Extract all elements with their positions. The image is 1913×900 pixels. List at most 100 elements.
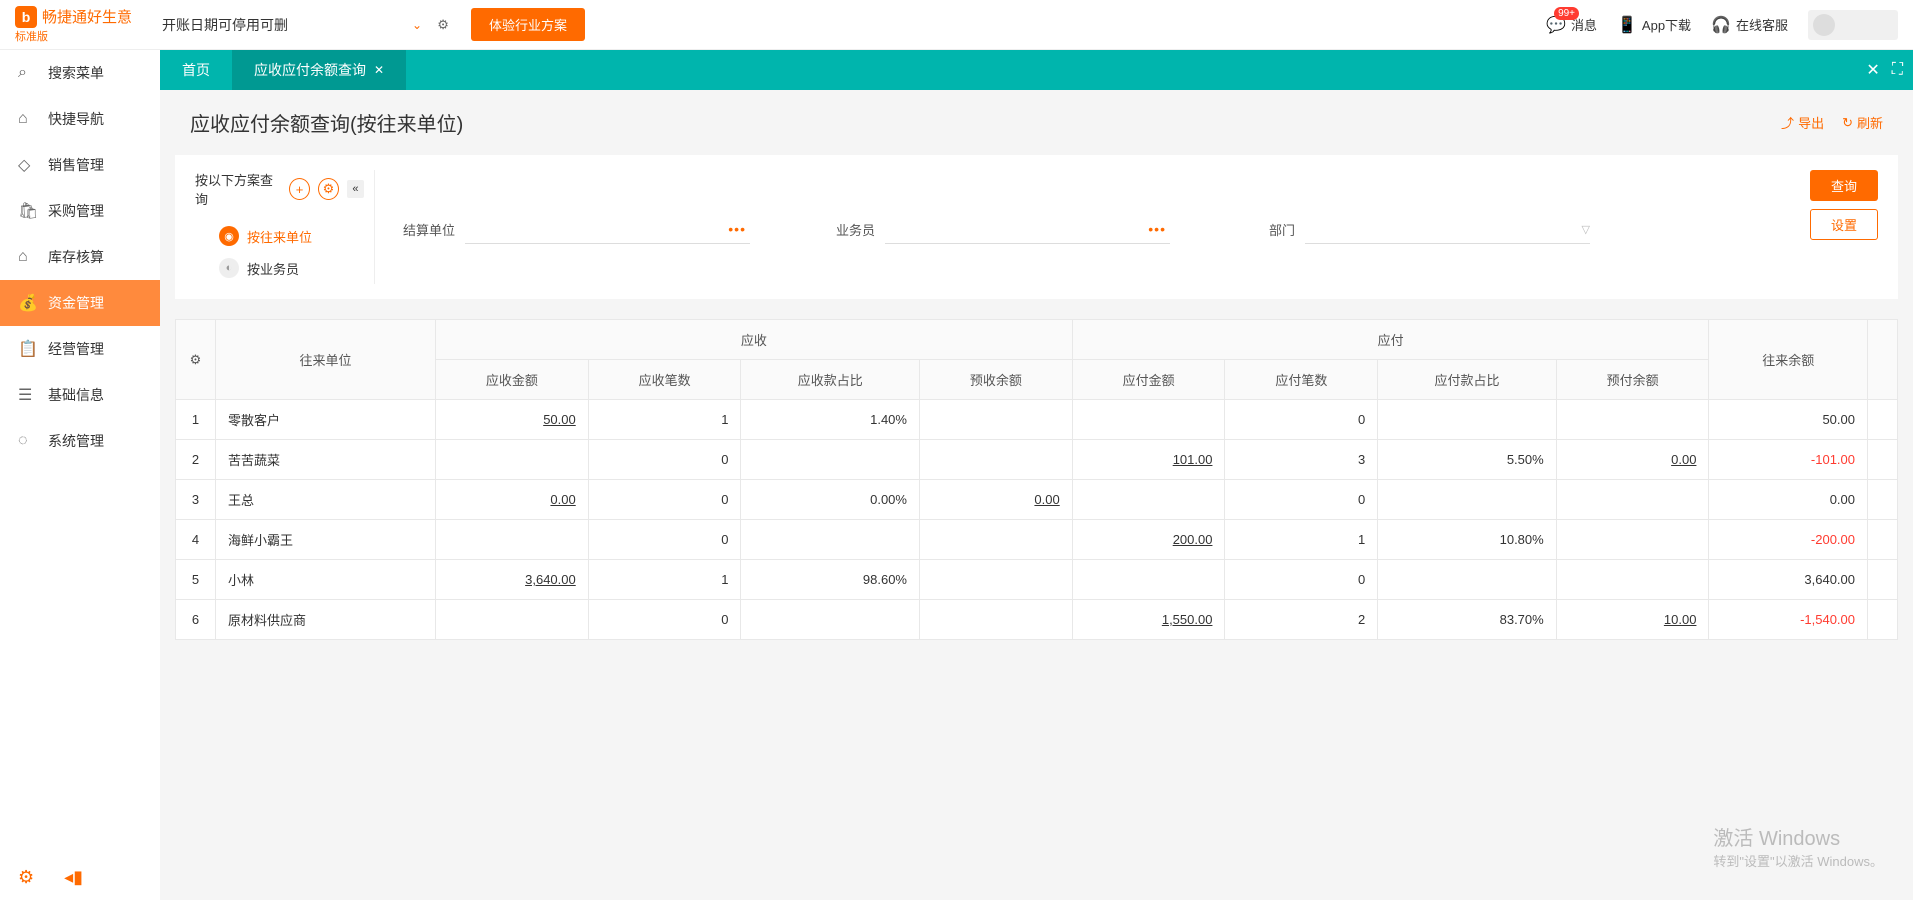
export-label: 导出 [1798, 113, 1824, 132]
app-download-button[interactable]: 📱 App下载 [1617, 15, 1691, 35]
row-recv-amt[interactable]: 3,640.00 [436, 560, 589, 600]
row-prepaid-in[interactable]: 0.00 [919, 480, 1072, 520]
query-scheme-panel: 按以下方案查询 + ⚙ « ◉ 按往来单位 ◐ 按业务员 [195, 170, 375, 284]
row-pay-amt[interactable]: 1,550.00 [1072, 600, 1225, 640]
filter-department: 部门 ▽ [1230, 175, 1590, 284]
sidebar-item-2[interactable]: ◇销售管理 [0, 142, 160, 188]
row-pay-amt [1072, 480, 1225, 520]
table-row[interactable]: 5小林3,640.00198.60%03,640.00 [176, 560, 1898, 600]
row-prepaid-out[interactable]: 10.00 [1556, 600, 1709, 640]
filter-salesman-label: 业务员 [810, 220, 875, 239]
filter-salesman: 业务员 ••• [810, 175, 1170, 284]
filter-settings-button[interactable]: 设置 [1810, 209, 1878, 240]
th-unit: 往来单位 [216, 320, 436, 400]
sidebar-icon: 💰 [18, 293, 36, 313]
row-pay-pct: 83.70% [1378, 600, 1557, 640]
row-recv-amt[interactable]: 0.00 [436, 480, 589, 520]
scheme-by-salesman[interactable]: ◐ 按业务员 [215, 252, 364, 284]
sidebar-item-7[interactable]: ☰基础信息 [0, 372, 160, 418]
row-recv-pct [741, 440, 920, 480]
balance-table: ⚙ 往来单位 应收 应付 往来余额 应收金额 应收笔数 应收款占比 预收余额 应… [175, 319, 1898, 640]
settings-icon[interactable]: ⚙ [427, 9, 459, 41]
chevron-down-icon: ⌄ [412, 18, 422, 32]
account-selector[interactable]: 开账日期可停用可删 ⌄ [162, 15, 422, 35]
table-row[interactable]: 2苦苦蔬菜0101.0035.50%0.00-101.00 [176, 440, 1898, 480]
row-recv-amt [436, 520, 589, 560]
search-button[interactable]: 查询 [1810, 170, 1878, 201]
collapse-scheme-icon[interactable]: « [347, 180, 364, 198]
row-prepaid-in [919, 600, 1072, 640]
close-all-icon[interactable]: ✕ [1866, 60, 1879, 80]
row-index: 1 [176, 400, 216, 440]
user-avatar[interactable] [1808, 10, 1898, 40]
tab-home[interactable]: 首页 [160, 50, 232, 90]
messages-button[interactable]: 💬 99+ 消息 [1546, 15, 1597, 35]
sidebar-item-6[interactable]: 📋经营管理 [0, 326, 160, 372]
row-prepaid-out [1556, 480, 1709, 520]
scheme-by-unit[interactable]: ◉ 按往来单位 [215, 220, 364, 252]
row-prepaid-out[interactable]: 0.00 [1556, 440, 1709, 480]
customer-service-label: 在线客服 [1736, 15, 1788, 34]
chevron-down-icon[interactable]: ▽ [1582, 223, 1590, 236]
row-pay-amt[interactable]: 101.00 [1072, 440, 1225, 480]
industry-solution-button[interactable]: 体验行业方案 [471, 8, 585, 41]
row-pay-amt[interactable]: 200.00 [1072, 520, 1225, 560]
settlement-unit-input[interactable] [465, 222, 724, 237]
table-row[interactable]: 3王总0.0000.00%0.0000.00 [176, 480, 1898, 520]
th-prepaid-in: 预收余额 [919, 360, 1072, 400]
sidebar-item-5[interactable]: 💰资金管理 [0, 280, 160, 326]
sidebar-item-4[interactable]: ⌂库存核算 [0, 234, 160, 280]
row-index: 4 [176, 520, 216, 560]
tab-bar: 首页 应收应付余额查询 ✕ ✕ ⛶ [160, 50, 1913, 90]
table-settings-header[interactable]: ⚙ [176, 320, 216, 400]
sidebar-icon: ⌕ [18, 64, 36, 82]
sidebar-item-label: 基础信息 [48, 385, 104, 405]
close-icon[interactable]: ✕ [374, 63, 384, 77]
row-pay-pct [1378, 480, 1557, 520]
fullscreen-icon[interactable]: ⛶ [1892, 61, 1903, 79]
cube-icon: ◉ [219, 226, 239, 246]
row-pay-pct [1378, 560, 1557, 600]
logo-edition: 标准版 [15, 28, 132, 44]
refresh-button[interactable]: ↻ 刷新 [1842, 113, 1883, 132]
row-name: 零散客户 [216, 400, 436, 440]
logo: b 畅捷通好生意 标准版 [15, 6, 132, 44]
export-button[interactable]: ⤴ 导出 [1781, 113, 1824, 132]
sidebar-settings-icon[interactable]: ⚙ [18, 867, 34, 888]
row-index: 5 [176, 560, 216, 600]
row-recv-cnt: 0 [588, 480, 741, 520]
row-pay-pct: 10.80% [1378, 520, 1557, 560]
row-blank [1868, 480, 1898, 520]
more-icon[interactable]: ••• [724, 221, 750, 237]
department-input[interactable] [1305, 222, 1582, 237]
row-pay-cnt: 0 [1225, 400, 1378, 440]
sidebar: ⌕搜索菜单⌂快捷导航◇销售管理🛍采购管理⌂库存核算💰资金管理📋经营管理☰基础信息… [0, 50, 160, 900]
sidebar-item-1[interactable]: ⌂快捷导航 [0, 96, 160, 142]
th-receivable: 应收 [436, 320, 1073, 360]
customer-service-button[interactable]: 🎧 在线客服 [1711, 15, 1788, 35]
salesman-input[interactable] [885, 222, 1144, 237]
row-name: 王总 [216, 480, 436, 520]
add-scheme-icon[interactable]: + [289, 178, 310, 200]
table-row[interactable]: 4海鲜小霸王0200.00110.80%-200.00 [176, 520, 1898, 560]
tab-balance-query[interactable]: 应收应付余额查询 ✕ [232, 50, 406, 90]
th-payable: 应付 [1072, 320, 1709, 360]
avatar-icon [1813, 14, 1835, 36]
sidebar-item-8[interactable]: ◌系统管理 [0, 418, 160, 464]
th-pay-amt: 应付金额 [1072, 360, 1225, 400]
sidebar-collapse-icon[interactable]: ◂▮ [64, 867, 83, 888]
more-icon[interactable]: ••• [1144, 221, 1170, 237]
row-recv-amt[interactable]: 50.00 [436, 400, 589, 440]
sidebar-item-0[interactable]: ⌕搜索菜单 [0, 50, 160, 96]
row-recv-cnt: 0 [588, 600, 741, 640]
table-row[interactable]: 6原材料供应商01,550.00283.70%10.00-1,540.00 [176, 600, 1898, 640]
tab-home-label: 首页 [182, 60, 210, 80]
scheme-settings-icon[interactable]: ⚙ [318, 178, 339, 200]
sidebar-item-3[interactable]: 🛍采购管理 [0, 188, 160, 234]
row-pay-amt [1072, 560, 1225, 600]
row-recv-pct [741, 520, 920, 560]
table-row[interactable]: 1零散客户50.0011.40%050.00 [176, 400, 1898, 440]
export-icon: ⤴ [1781, 113, 1794, 132]
row-balance: -1,540.00 [1709, 600, 1868, 640]
row-pay-cnt: 1 [1225, 520, 1378, 560]
